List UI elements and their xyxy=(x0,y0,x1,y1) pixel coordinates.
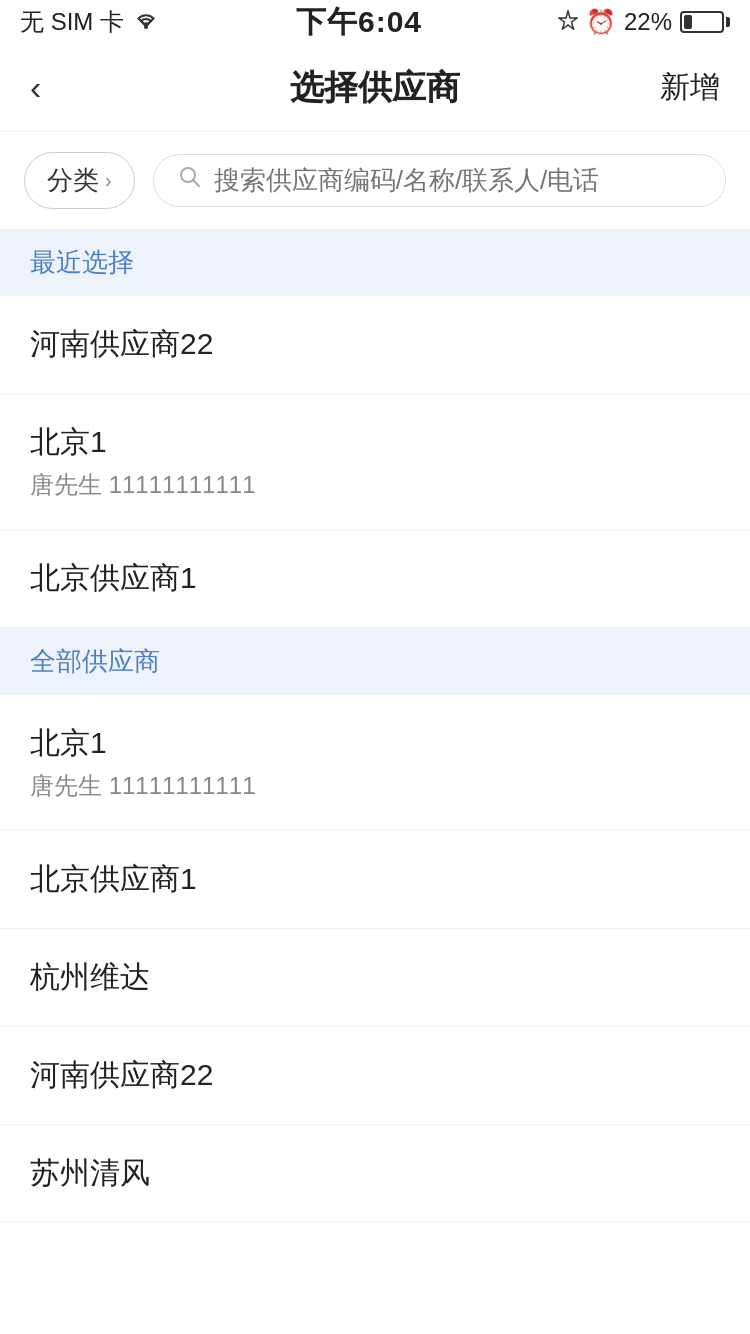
item-name: 杭州维达 xyxy=(30,957,720,998)
no-sim-label: 无 SIM 卡 xyxy=(20,6,124,38)
back-button[interactable]: ‹ xyxy=(30,68,90,107)
chevron-right-icon: › xyxy=(105,169,112,192)
list-item[interactable]: 北京1 唐先生 11111111111 xyxy=(0,394,750,530)
list-item[interactable]: 北京供应商1 xyxy=(0,831,750,929)
category-button[interactable]: 分类 › xyxy=(24,152,135,209)
status-time: 下午6:04 xyxy=(296,2,422,43)
item-name: 河南供应商22 xyxy=(30,1055,720,1096)
svg-line-2 xyxy=(193,181,199,187)
item-name: 北京供应商1 xyxy=(30,859,720,900)
search-icon xyxy=(178,165,202,196)
list-item[interactable]: 河南供应商22 xyxy=(0,1027,750,1125)
list-item[interactable]: 苏州清风 xyxy=(0,1125,750,1223)
item-name: 北京1 xyxy=(30,723,720,764)
nav-bar: ‹ 选择供应商 新增 xyxy=(0,44,750,132)
filter-bar: 分类 › xyxy=(0,132,750,229)
list-item[interactable]: 杭州维达 xyxy=(0,929,750,1027)
alarm-icon: ⏰ xyxy=(586,8,616,36)
svg-point-0 xyxy=(144,25,148,29)
page-title: 选择供应商 xyxy=(290,65,460,111)
list-item[interactable]: 北京供应商1 xyxy=(0,530,750,628)
wifi-icon xyxy=(132,8,160,36)
item-sub: 唐先生 11111111111 xyxy=(30,770,720,802)
item-name: 河南供应商22 xyxy=(30,324,720,365)
item-name: 苏州清风 xyxy=(30,1153,720,1194)
item-name: 北京1 xyxy=(30,422,720,463)
item-sub: 唐先生 11111111111 xyxy=(30,469,720,501)
search-input[interactable] xyxy=(214,165,701,196)
section-header-recent: 最近选择 xyxy=(0,229,750,296)
back-icon: ‹ xyxy=(30,68,41,107)
status-left: 无 SIM 卡 xyxy=(20,6,160,38)
category-label: 分类 xyxy=(47,163,99,198)
battery-percent: 22% xyxy=(624,8,672,36)
list-item[interactable]: 河南供应商22 xyxy=(0,296,750,394)
status-right: ⏰ 22% xyxy=(558,8,730,36)
list-item[interactable]: 北京1 唐先生 11111111111 xyxy=(0,695,750,831)
section-header-all: 全部供应商 xyxy=(0,628,750,695)
item-name: 北京供应商1 xyxy=(30,558,720,599)
status-bar: 无 SIM 卡 下午6:04 ⏰ 22% xyxy=(0,0,750,44)
new-supplier-button[interactable]: 新增 xyxy=(660,67,720,108)
battery-icon xyxy=(680,11,730,33)
supplier-list: 最近选择河南供应商22 北京1 唐先生 11111111111 北京供应商1 全部供应商… xyxy=(0,229,750,1223)
location-icon xyxy=(558,8,578,36)
search-box[interactable] xyxy=(153,154,726,207)
